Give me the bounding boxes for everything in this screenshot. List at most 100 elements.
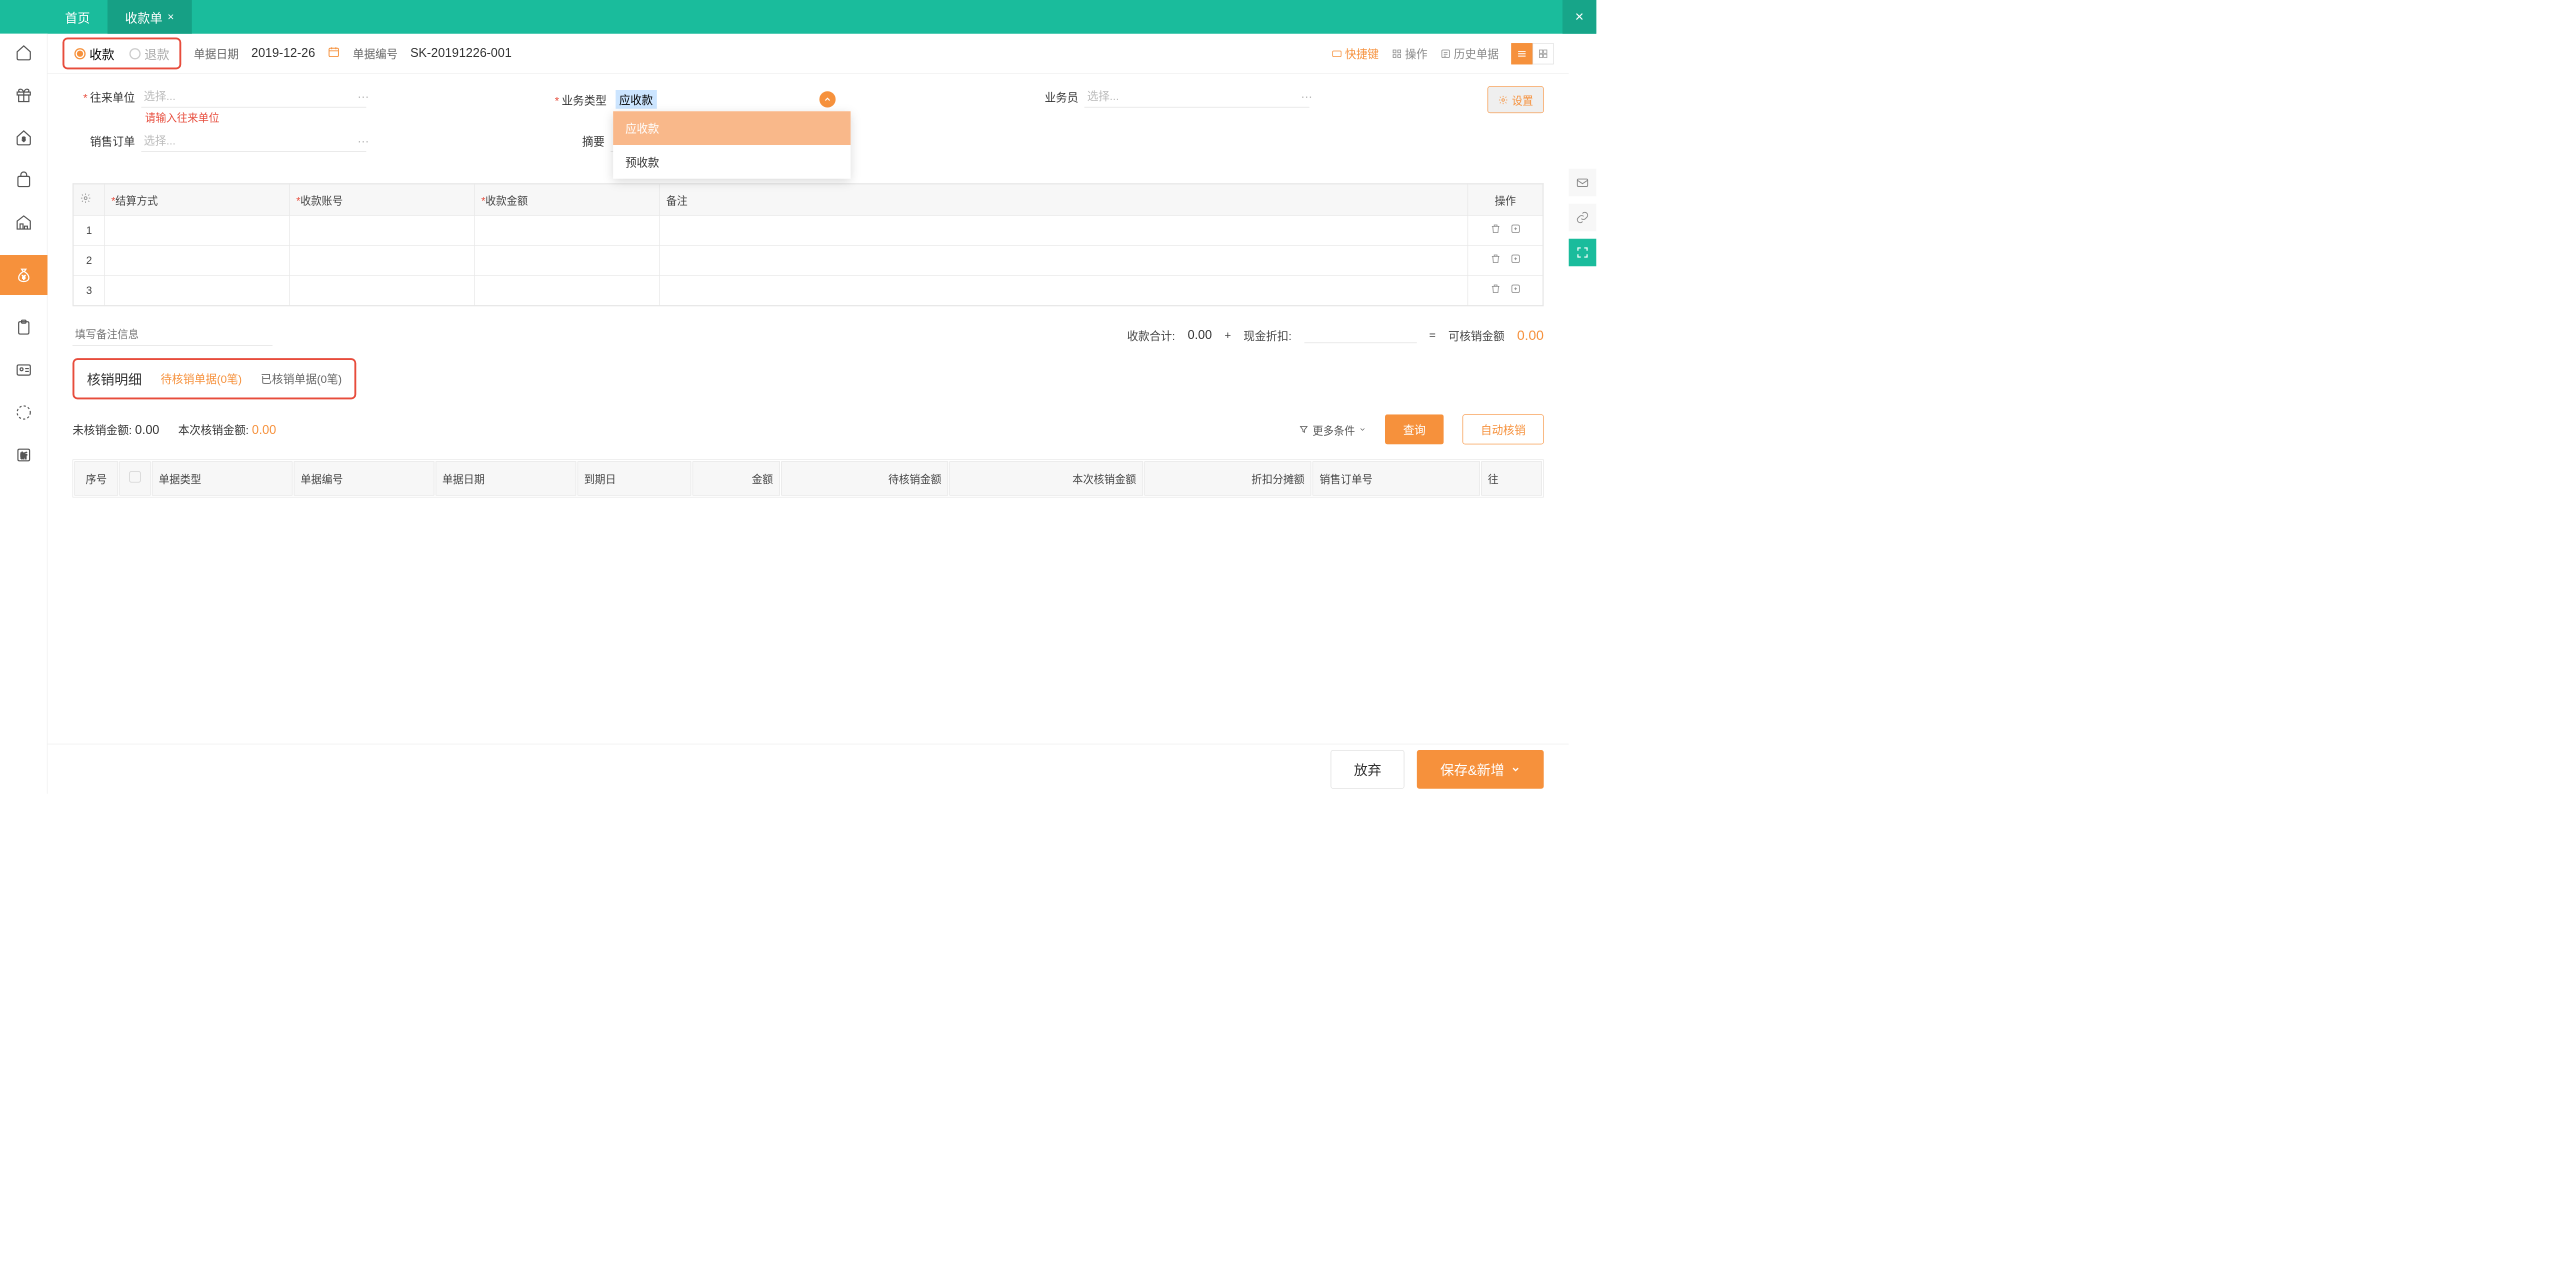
unoffset-amount: 未核销金额: 0.00 bbox=[73, 421, 160, 437]
table-row[interactable]: 2 bbox=[73, 245, 1542, 275]
more-icon[interactable]: ⋯ bbox=[358, 135, 369, 148]
save-new-button[interactable]: 保存&新增 bbox=[1417, 750, 1544, 789]
total-label: 收款合计: bbox=[1127, 327, 1175, 343]
summary-row: 收款合计: 0.00 + 现金折扣: = 可核销金额 0.00 bbox=[48, 313, 1569, 359]
writeoff-section: 核销明细 待核销单据(0笔) 已核销单据(0笔) 未核销金额: 0.00 本次核… bbox=[73, 358, 1544, 497]
shortcut-link[interactable]: 快捷键 bbox=[1331, 45, 1379, 61]
col-no: 单据编号 bbox=[294, 461, 435, 495]
view-list-icon[interactable] bbox=[1511, 43, 1532, 64]
col-account: *收款账号 bbox=[290, 184, 475, 215]
writeoff-table: 序号 单据类型 单据编号 单据日期 到期日 金额 待核销金额 本次核销金额 折扣… bbox=[73, 459, 1544, 497]
history-link[interactable]: 历史单据 bbox=[1440, 45, 1499, 61]
col-partner: 往 bbox=[1481, 461, 1542, 495]
more-icon[interactable]: ⋯ bbox=[1301, 90, 1312, 103]
price-house-icon[interactable]: $ bbox=[13, 128, 33, 148]
lines-table: *结算方式 *收款账号 *收款金额 备注 操作 1 2 3 bbox=[73, 183, 1544, 306]
col-amount: *收款金额 bbox=[475, 184, 660, 215]
clipboard-icon[interactable] bbox=[13, 318, 33, 338]
radio-unchecked-icon bbox=[129, 48, 140, 59]
biztype-value: 应收款 bbox=[615, 90, 656, 109]
mail-icon[interactable] bbox=[1569, 169, 1597, 197]
expand-icon[interactable] bbox=[1569, 239, 1597, 267]
col-amount: 金额 bbox=[692, 461, 779, 495]
home-icon[interactable] bbox=[13, 43, 33, 63]
delete-icon[interactable] bbox=[1490, 253, 1501, 267]
dropdown-option-receivable[interactable]: 应收款 bbox=[613, 111, 851, 145]
form-toolbar: 收款 退款 单据日期 2019-12-26 单据编号 SK-20191226-0… bbox=[48, 34, 1569, 74]
warehouse-icon[interactable] bbox=[13, 213, 33, 233]
biztype-dropdown: 应收款 预收款 bbox=[613, 111, 851, 179]
svg-text:¥: ¥ bbox=[22, 275, 25, 281]
calendar-icon[interactable] bbox=[328, 46, 341, 62]
clerk-input[interactable] bbox=[1085, 86, 1310, 107]
view-toggle bbox=[1511, 43, 1554, 64]
chevron-up-icon[interactable] bbox=[819, 91, 835, 107]
clerk-field: 业务员 ⋯ bbox=[1016, 86, 1450, 107]
salesorder-field: 销售订单 ⋯ bbox=[73, 131, 505, 152]
new-icon[interactable]: 新 bbox=[13, 445, 33, 465]
footer-actions: 放弃 保存&新增 bbox=[48, 744, 1569, 794]
form-area: *往来单位 ⋯ 请输入往来单位 *业务类型 应收款 应收款 预收款 业务员 bbox=[48, 74, 1569, 177]
discard-button[interactable]: 放弃 bbox=[1331, 750, 1405, 789]
bag-icon[interactable] bbox=[13, 170, 33, 190]
biztype-select[interactable]: 应收款 应收款 预收款 bbox=[613, 86, 838, 113]
tab-pending[interactable]: 待核销单据(0笔) bbox=[161, 371, 242, 387]
right-widget-bar bbox=[1569, 169, 1597, 267]
refresh-icon[interactable] bbox=[13, 403, 33, 423]
main-content: 收款 退款 单据日期 2019-12-26 单据编号 SK-20191226-0… bbox=[48, 34, 1569, 794]
partner-error: 请输入往来单位 bbox=[145, 109, 219, 125]
tab-receipt[interactable]: 收款单 × bbox=[108, 0, 192, 34]
money-bag-icon[interactable]: ¥ bbox=[0, 255, 47, 295]
tab-home[interactable]: 首页 bbox=[48, 0, 108, 34]
table-row[interactable]: 3 bbox=[73, 275, 1542, 305]
col-due: 到期日 bbox=[577, 461, 691, 495]
more-icon[interactable]: ⋯ bbox=[358, 90, 369, 103]
col-type: 单据类型 bbox=[152, 461, 293, 495]
settings-button[interactable]: 设置 bbox=[1488, 86, 1544, 113]
col-check[interactable] bbox=[119, 461, 150, 495]
id-card-icon[interactable] bbox=[13, 360, 33, 380]
top-tab-bar: 首页 收款单 × × bbox=[0, 0, 1596, 34]
radio-refund[interactable]: 退款 bbox=[129, 44, 169, 62]
add-row-icon[interactable] bbox=[1510, 223, 1521, 237]
dropdown-option-prepaid[interactable]: 预收款 bbox=[613, 145, 851, 179]
doc-date-value[interactable]: 2019-12-26 bbox=[251, 46, 315, 60]
col-order: 销售订单号 bbox=[1313, 461, 1480, 495]
writeoff-filter-row: 未核销金额: 0.00 本次核销金额: 0.00 更多条件 查询 自动核销 bbox=[73, 399, 1544, 459]
actions-link[interactable]: 操作 bbox=[1391, 45, 1427, 61]
salesorder-input[interactable] bbox=[141, 131, 366, 152]
doc-date-label: 单据日期 bbox=[194, 45, 239, 61]
gift-icon[interactable] bbox=[13, 85, 33, 105]
radio-checked-icon bbox=[74, 48, 85, 59]
note-input[interactable] bbox=[73, 325, 273, 346]
writeoff-header: 核销明细 待核销单据(0笔) 已核销单据(0笔) bbox=[73, 358, 357, 399]
auto-offset-button[interactable]: 自动核销 bbox=[1463, 414, 1544, 444]
doc-no-value: SK-20191226-001 bbox=[410, 46, 511, 60]
col-pending: 待核销金额 bbox=[781, 461, 948, 495]
query-button[interactable]: 查询 bbox=[1385, 414, 1444, 444]
col-disc: 折扣分摊额 bbox=[1144, 461, 1311, 495]
offset-value: 0.00 bbox=[1517, 327, 1544, 343]
col-remark: 备注 bbox=[660, 184, 1468, 215]
partner-input[interactable] bbox=[141, 86, 366, 107]
link-icon[interactable] bbox=[1569, 204, 1597, 232]
add-row-icon[interactable] bbox=[1510, 253, 1521, 267]
table-row[interactable]: 1 bbox=[73, 215, 1542, 245]
gear-icon[interactable] bbox=[73, 184, 104, 215]
close-icon[interactable]: × bbox=[168, 10, 175, 23]
discount-label: 现金折扣: bbox=[1244, 327, 1292, 343]
discount-input[interactable] bbox=[1304, 328, 1417, 343]
doc-no-label: 单据编号 bbox=[353, 45, 398, 61]
delete-icon[interactable] bbox=[1490, 283, 1501, 297]
tab-done[interactable]: 已核销单据(0笔) bbox=[261, 371, 342, 387]
radio-receive[interactable]: 收款 bbox=[74, 44, 114, 62]
add-row-icon[interactable] bbox=[1510, 283, 1521, 297]
view-grid-icon[interactable] bbox=[1533, 43, 1554, 64]
more-conditions-link[interactable]: 更多条件 bbox=[1299, 422, 1367, 438]
delete-icon[interactable] bbox=[1490, 223, 1501, 237]
biztype-field: *业务类型 应收款 应收款 预收款 bbox=[544, 86, 978, 113]
col-settle: *结算方式 bbox=[105, 184, 290, 215]
col-date: 单据日期 bbox=[435, 461, 576, 495]
app-close-icon[interactable]: × bbox=[1563, 0, 1597, 34]
svg-text:新: 新 bbox=[20, 451, 27, 460]
